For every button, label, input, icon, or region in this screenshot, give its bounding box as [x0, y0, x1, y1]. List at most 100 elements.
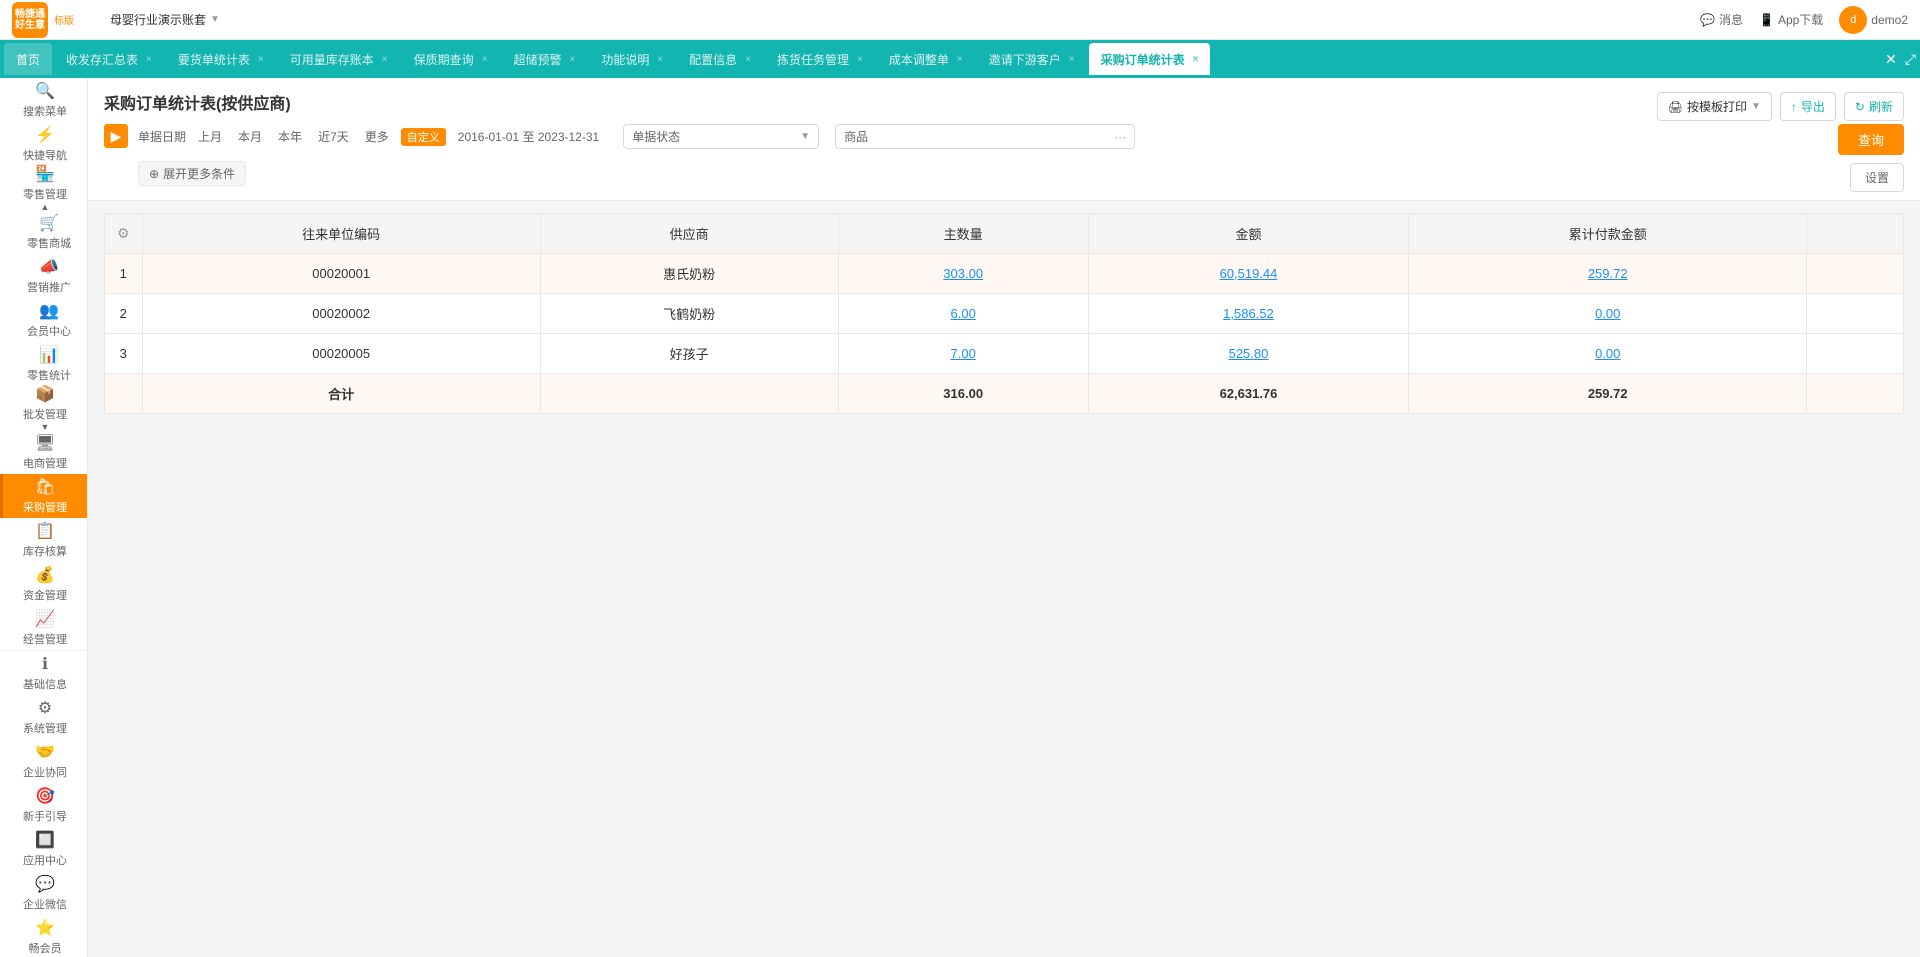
tab-function-desc[interactable]: 功能说明 ×	[589, 43, 675, 75]
tab-available-stock-label: 可用量库存账本	[290, 51, 374, 68]
sidebar-item-wholesale[interactable]: 📦 批发管理 ▼	[0, 386, 87, 430]
sidebar-item-retail-stats[interactable]: 📊 零售统计	[0, 342, 87, 386]
row-amount[interactable]: 525.80	[1088, 334, 1408, 374]
row-qty[interactable]: 303.00	[838, 254, 1088, 294]
sidebar-item-purchase[interactable]: 🛍 采购管理	[0, 474, 87, 518]
sidebar-item-marketing[interactable]: 📣 营销推广	[0, 254, 87, 298]
tab-expiry-query-close[interactable]: ×	[482, 54, 488, 65]
date-custom-badge[interactable]: 自定义	[401, 128, 446, 146]
expand-more-conditions-button[interactable]: ⊕ 展开更多条件	[138, 161, 246, 186]
newbie-icon: 🎯	[35, 786, 55, 806]
shortcut-7days[interactable]: 近7天	[314, 126, 353, 147]
tab-overstock-warning-label: 超储预警	[513, 51, 561, 68]
sidebar-item-shortcut[interactable]: ⚡ 快捷导航	[0, 122, 87, 166]
sidebar-item-enterprise-wechat[interactable]: 💬 企业微信	[0, 871, 87, 915]
sidebar-item-retail[interactable]: 🏪 零售管理 ▲	[0, 166, 87, 210]
row-extra	[1807, 254, 1904, 294]
tab-cost-adjust[interactable]: 成本调整单 ×	[877, 43, 975, 75]
tab-picking-task[interactable]: 拣货任务管理 ×	[765, 43, 875, 75]
sidebar-retail-store-label: 零售商城	[27, 235, 71, 251]
sidebar-item-member-program[interactable]: ⭐ 畅会员	[0, 915, 87, 957]
row-index: 2	[105, 294, 143, 334]
enterprise-wechat-icon: 💬	[35, 874, 55, 894]
sidebar-item-basic-info[interactable]: ℹ 基础信息	[0, 651, 87, 695]
sidebar-sys-mgmt-label: 系统管理	[23, 720, 67, 736]
tab-function-desc-close[interactable]: ×	[657, 54, 663, 65]
tab-config-info[interactable]: 配置信息 ×	[677, 43, 763, 75]
row-amount[interactable]: 60,519.44	[1088, 254, 1408, 294]
sidebar-item-search[interactable]: 🔍 搜索菜单	[0, 78, 87, 122]
row-paid[interactable]: 259.72	[1409, 254, 1807, 294]
sidebar-item-app-center[interactable]: 🔲 应用中心	[0, 827, 87, 871]
sidebar-basic-info-label: 基础信息	[23, 676, 67, 692]
tab-invite-customer[interactable]: 邀请下游客户 ×	[977, 43, 1087, 75]
tab-cost-adjust-close[interactable]: ×	[957, 54, 963, 65]
tab-receive-summary[interactable]: 收发存汇总表 ×	[54, 43, 164, 75]
sidebar-item-operations[interactable]: 📈 经营管理	[0, 606, 87, 650]
sidebar-item-ecommerce[interactable]: 🖥 电商管理	[0, 430, 87, 474]
print-button[interactable]: 🖨 按模板打印 ▼	[1657, 92, 1772, 121]
shortcut-more[interactable]: 更多	[361, 126, 393, 147]
wholesale-icon: 📦	[35, 384, 55, 404]
tab-home[interactable]: 首页	[4, 43, 52, 75]
date-range-text: 2016-01-01 至 2023-12-31	[458, 128, 599, 145]
shortcut-last-month[interactable]: 上月	[194, 126, 226, 147]
sidebar-item-newbie[interactable]: 🎯 新手引导	[0, 783, 87, 827]
export-label: 导出	[1801, 98, 1825, 115]
sidebar-item-retail-store[interactable]: 🛒 零售商城	[0, 210, 87, 254]
footer-empty-3	[1807, 374, 1904, 414]
tab-order-summary[interactable]: 要货单统计表 ×	[166, 43, 276, 75]
goods-filter-input[interactable]: 商品 ···	[835, 124, 1135, 149]
status-filter-select[interactable]: 单据状态 ▼	[623, 124, 819, 149]
row-amount[interactable]: 1,586.52	[1088, 294, 1408, 334]
row-code: 00020001	[142, 254, 540, 294]
tab-overstock-warning[interactable]: 超储预警 ×	[501, 43, 587, 75]
tab-expand-icon[interactable]: ⤢	[1905, 51, 1916, 68]
tab-receive-summary-close[interactable]: ×	[146, 54, 152, 65]
table-settings-icon[interactable]: ⚙	[117, 225, 130, 241]
settings-button[interactable]: 设置	[1850, 163, 1904, 192]
workspace-name: 母婴行业演示账套	[110, 11, 206, 28]
sidebar-item-enterprise-collab[interactable]: 🤝 企业协同	[0, 739, 87, 783]
tab-purchase-summary-close[interactable]: ×	[1193, 54, 1199, 65]
refresh-button[interactable]: ↻ 刷新	[1844, 92, 1904, 121]
tab-available-stock[interactable]: 可用量库存账本 ×	[278, 43, 400, 75]
row-paid[interactable]: 0.00	[1409, 334, 1807, 374]
col-qty-header: 主数量	[838, 214, 1088, 254]
query-button[interactable]: 查询	[1838, 124, 1904, 155]
sidebar-item-finance[interactable]: 💰 资金管理	[0, 562, 87, 606]
sidebar-item-sys-mgmt[interactable]: ⚙ 系统管理	[0, 695, 87, 739]
col-settings-header: ⚙	[105, 214, 143, 254]
sidebar-wholesale-label: 批发管理	[23, 406, 67, 422]
retail-icon: 🏪	[35, 164, 55, 184]
tab-available-stock-close[interactable]: ×	[382, 54, 388, 65]
sidebar-item-member[interactable]: 👥 会员中心	[0, 298, 87, 342]
row-qty[interactable]: 7.00	[838, 334, 1088, 374]
shortcut-this-year[interactable]: 本年	[274, 126, 306, 147]
sidebar-operations-label: 经营管理	[23, 631, 67, 647]
tab-config-info-close[interactable]: ×	[745, 54, 751, 65]
tab-invite-customer-close[interactable]: ×	[1069, 54, 1075, 65]
row-paid[interactable]: 0.00	[1409, 294, 1807, 334]
filter-expand-arrow[interactable]: ▶	[104, 124, 128, 148]
shortcut-this-month[interactable]: 本月	[234, 126, 266, 147]
sidebar-item-inventory[interactable]: 📋 库存核算	[0, 518, 87, 562]
tab-order-summary-close[interactable]: ×	[258, 54, 264, 65]
sidebar-enterprise-wechat-label: 企业微信	[23, 896, 67, 912]
message-button[interactable]: 💬 消息	[1700, 11, 1743, 28]
user-avatar-area[interactable]: d demo2	[1839, 6, 1908, 34]
row-qty[interactable]: 6.00	[838, 294, 1088, 334]
tab-expiry-query[interactable]: 保质期查询 ×	[402, 43, 500, 75]
tab-overstock-warning-close[interactable]: ×	[569, 54, 575, 65]
user-name: demo2	[1871, 13, 1908, 27]
page-header: 采购订单统计表(按供应商) 🖨 按模板打印 ▼ ↑ 导出 ↻ 刷新	[88, 78, 1920, 201]
footer-label: 合计	[142, 374, 540, 414]
export-button[interactable]: ↑ 导出	[1780, 92, 1836, 121]
row-supplier: 飞鹤奶粉	[540, 294, 838, 334]
expand-label: 展开更多条件	[163, 165, 235, 182]
tab-close-all-icon[interactable]: ✕	[1885, 51, 1897, 68]
tab-picking-task-close[interactable]: ×	[857, 54, 863, 65]
tab-purchase-summary[interactable]: 采购订单统计表 ×	[1089, 43, 1211, 75]
workspace-selector[interactable]: 母婴行业演示账套 ▼	[100, 11, 230, 28]
app-download-button[interactable]: 📱 App下载	[1759, 11, 1823, 28]
